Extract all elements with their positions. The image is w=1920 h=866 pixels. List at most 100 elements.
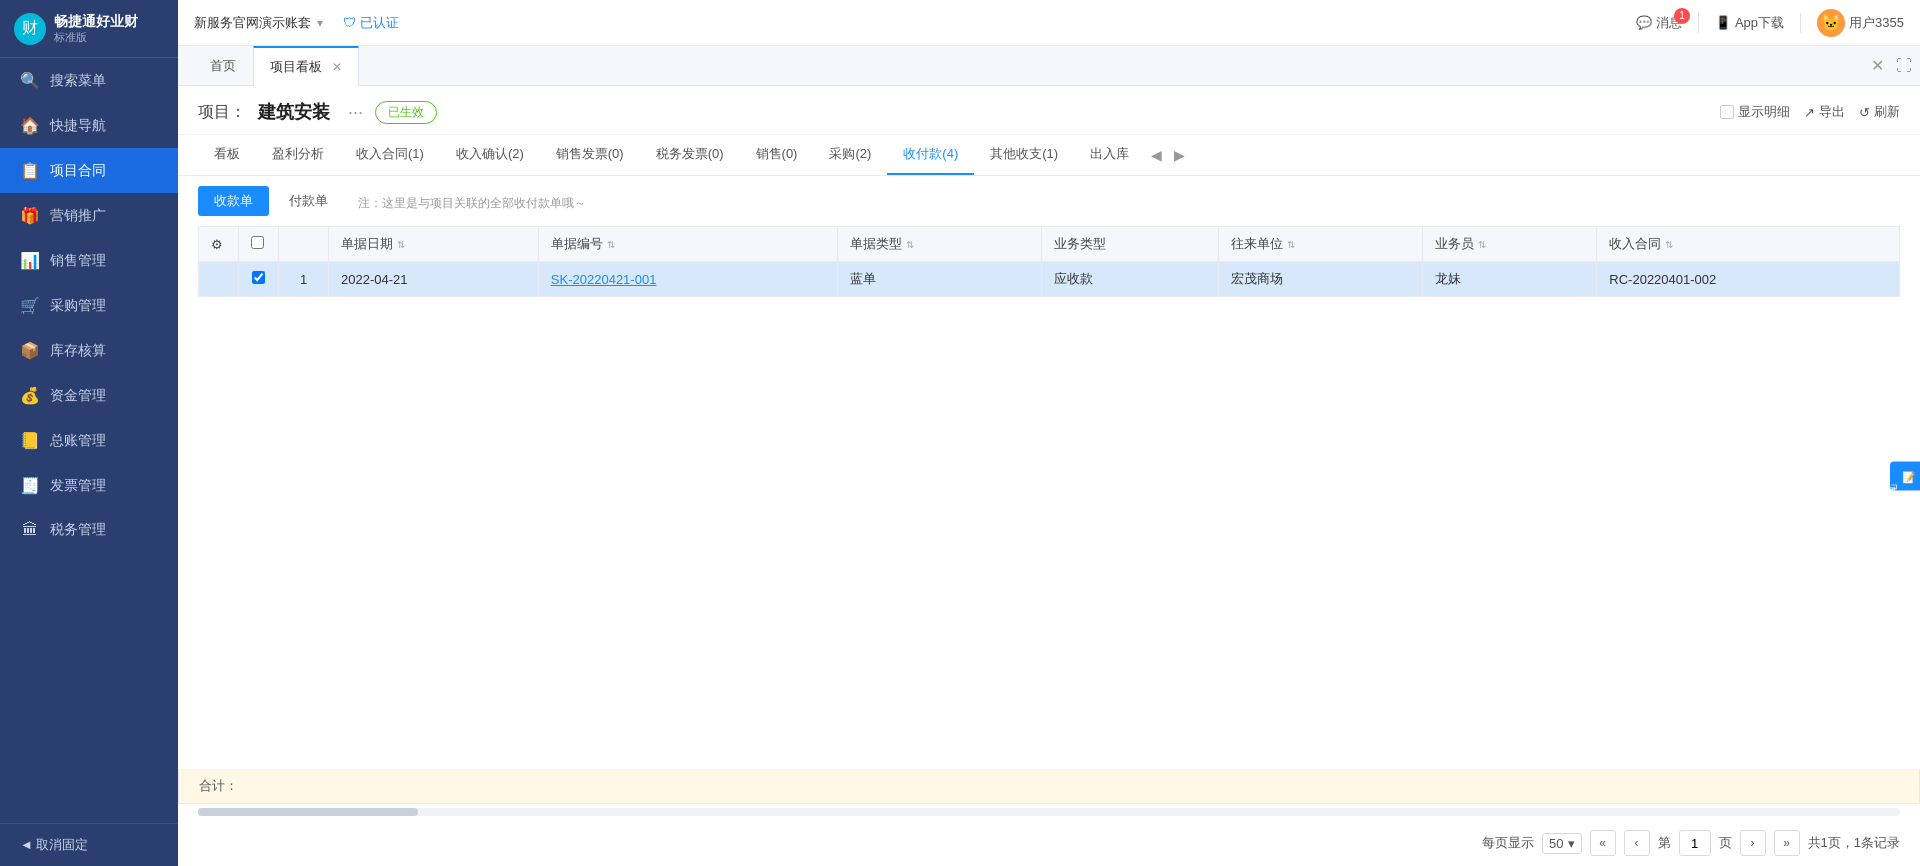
show-detail-action[interactable]: 显示明细 xyxy=(1720,103,1790,121)
show-detail-checkbox[interactable] xyxy=(1720,105,1734,119)
next-page-icon: › xyxy=(1751,836,1755,850)
cell-check[interactable] xyxy=(239,262,279,297)
last-page-icon: » xyxy=(1783,836,1790,850)
app-edition: 标准版 xyxy=(54,30,138,45)
refresh-action[interactable]: ↺ 刷新 xyxy=(1859,103,1900,121)
sidebar-item-quick-nav[interactable]: 🏠 快捷导航 xyxy=(0,103,178,148)
nav-tab-income-confirm-label: 收入确认(2) xyxy=(456,146,524,161)
sidebar-item-purchase-mgmt[interactable]: 🛒 采购管理 xyxy=(0,283,178,328)
sidebar-label-sales-mgmt: 销售管理 xyxy=(50,252,106,270)
nav-tab-income-confirm[interactable]: 收入确认(2) xyxy=(440,135,540,175)
next-page-button[interactable]: › xyxy=(1740,830,1766,856)
table-footer: 合计： xyxy=(178,769,1920,804)
sub-tab-receipts[interactable]: 收款单 xyxy=(198,186,269,216)
scroll-thumb[interactable] xyxy=(198,808,418,816)
th-type[interactable]: 单据类型 ⇅ xyxy=(838,227,1042,262)
cell-income-contract: RC-20220401-002 xyxy=(1597,262,1900,297)
sidebar-item-invoice-mgmt[interactable]: 🧾 发票管理 xyxy=(0,463,178,508)
sidebar-item-tax-mgmt[interactable]: 🏛 税务管理 xyxy=(0,508,178,552)
sidebar-item-search[interactable]: 🔍 搜索菜单 xyxy=(0,58,178,103)
messages-button[interactable]: 💬 消息 1 xyxy=(1636,14,1682,32)
shield-icon: 🛡 xyxy=(343,15,356,30)
sub-tab-payments[interactable]: 付款单 xyxy=(273,186,344,216)
sub-tabs: 收款单 付款单 注：这里是与项目关联的全部收付款单哦～ xyxy=(178,176,1920,216)
nav-tab-sales-invoice-label: 销售发票(0) xyxy=(556,146,624,161)
tab-home[interactable]: 首页 xyxy=(194,46,253,86)
nav-tab-receipts-label: 收付款(4) xyxy=(903,146,958,161)
th-biz-type: 业务类型 xyxy=(1042,227,1219,262)
cell-code[interactable]: SK-20220421-001 xyxy=(538,262,837,297)
cell-partner: 宏茂商场 xyxy=(1218,262,1422,297)
row-code-link[interactable]: SK-20220421-001 xyxy=(551,272,657,287)
project-more-button[interactable]: ··· xyxy=(348,102,363,123)
nav-tab-tax-invoice[interactable]: 税务发票(0) xyxy=(640,135,740,175)
float-record-button[interactable]: 📝 记 录 xyxy=(1890,462,1920,491)
row-type: 蓝单 xyxy=(850,271,876,286)
nav-tab-other-income[interactable]: 其他收支(1) xyxy=(974,135,1074,175)
first-page-button[interactable]: « xyxy=(1590,830,1616,856)
th-date[interactable]: 单据日期 ⇅ xyxy=(329,227,539,262)
last-page-button[interactable]: » xyxy=(1774,830,1800,856)
sidebar-item-inventory[interactable]: 📦 库存核算 xyxy=(0,328,178,373)
th-code[interactable]: 单据编号 ⇅ xyxy=(538,227,837,262)
sidebar-label-tax-mgmt: 税务管理 xyxy=(50,521,106,539)
export-action[interactable]: ↗ 导出 xyxy=(1804,103,1845,121)
cell-gear xyxy=(199,262,239,297)
unpin-button[interactable]: ◄ 取消固定 xyxy=(0,823,178,866)
row-salesman: 龙妹 xyxy=(1435,271,1461,286)
th-num xyxy=(279,227,329,262)
th-checkbox[interactable] xyxy=(239,227,279,262)
th-settings[interactable]: ⚙ xyxy=(199,227,239,262)
tax-icon: 🏛 xyxy=(20,521,40,539)
project-prefix: 项目： xyxy=(198,102,246,123)
th-salesman-label: 业务员 xyxy=(1435,235,1474,253)
nav-tab-profit[interactable]: 盈利分析 xyxy=(256,135,340,175)
row-partner: 宏茂商场 xyxy=(1231,271,1283,286)
window-close-button[interactable]: ✕ xyxy=(1871,56,1884,75)
th-biz-type-label: 业务类型 xyxy=(1054,236,1106,251)
sidebar-item-sales-mgmt[interactable]: 📊 销售管理 xyxy=(0,238,178,283)
th-income-contract[interactable]: 收入合同 ⇅ xyxy=(1597,227,1900,262)
nav-tab-sales-invoice[interactable]: 销售发票(0) xyxy=(540,135,640,175)
nav-tab-sales[interactable]: 销售(0) xyxy=(740,135,814,175)
certified-badge: 🛡 已认证 xyxy=(343,14,399,32)
horizontal-scrollbar[interactable] xyxy=(178,804,1920,820)
nav-prev-arrow[interactable]: ◀ xyxy=(1145,147,1168,163)
sidebar-item-project-contract[interactable]: 📋 项目合同 xyxy=(0,148,178,193)
th-code-label: 单据编号 xyxy=(551,235,603,253)
th-salesman[interactable]: 业务员 ⇅ xyxy=(1423,227,1597,262)
nav-next-arrow[interactable]: ▶ xyxy=(1168,147,1191,163)
th-partner[interactable]: 往来单位 ⇅ xyxy=(1218,227,1422,262)
nav-tab-income-contract[interactable]: 收入合同(1) xyxy=(340,135,440,175)
prev-page-button[interactable]: ‹ xyxy=(1624,830,1650,856)
user-menu-button[interactable]: 🐱 用户3355 xyxy=(1817,9,1904,37)
cell-date: 2022-04-21 xyxy=(329,262,539,297)
nav-tab-purchase[interactable]: 采购(2) xyxy=(813,135,887,175)
divider-2 xyxy=(1800,13,1801,33)
project-header: 项目： 建筑安装 ··· 已生效 显示明细 ↗ 导出 ↺ 刷新 xyxy=(178,86,1920,135)
tab-project-board[interactable]: 项目看板 ✕ xyxy=(253,46,359,86)
sidebar-item-capital-mgmt[interactable]: 💰 资金管理 xyxy=(0,373,178,418)
table-row[interactable]: 1 2022-04-21 SK-20220421-001 蓝单 应收款 xyxy=(199,262,1900,297)
app-download-button[interactable]: 📱 App下载 xyxy=(1715,14,1784,32)
row-biz-type: 应收款 xyxy=(1054,271,1093,286)
nav-tab-receipts[interactable]: 收付款(4) xyxy=(887,135,974,175)
tab-close-icon[interactable]: ✕ xyxy=(332,60,342,74)
topbar-project: 新服务官网演示账套 ▾ xyxy=(194,14,323,32)
nav-tab-in-out[interactable]: 出入库 xyxy=(1074,135,1145,175)
nav-tab-board[interactable]: 看板 xyxy=(198,135,256,175)
sidebar-item-marketing[interactable]: 🎁 营销推广 xyxy=(0,193,178,238)
page-input[interactable] xyxy=(1679,830,1711,856)
sidebar-item-ledger-mgmt[interactable]: 📒 总账管理 xyxy=(0,418,178,463)
home-icon: 🏠 xyxy=(20,116,40,135)
total-label: 合计： xyxy=(199,777,238,795)
window-maximize-button[interactable]: ⛶ xyxy=(1896,57,1912,75)
app-logo-icon: 财 xyxy=(14,13,46,45)
nav-tabs: 看板 盈利分析 收入合同(1) 收入确认(2) 销售发票(0) 税务发票(0) … xyxy=(178,135,1920,176)
chevron-down-icon[interactable]: ▾ xyxy=(317,16,323,30)
page-suffix: 页 xyxy=(1719,834,1732,852)
scroll-track[interactable] xyxy=(198,808,1900,816)
per-page-select[interactable]: 50 ▾ xyxy=(1542,833,1581,854)
select-all-checkbox[interactable] xyxy=(251,236,264,249)
row-checkbox[interactable] xyxy=(252,271,265,284)
